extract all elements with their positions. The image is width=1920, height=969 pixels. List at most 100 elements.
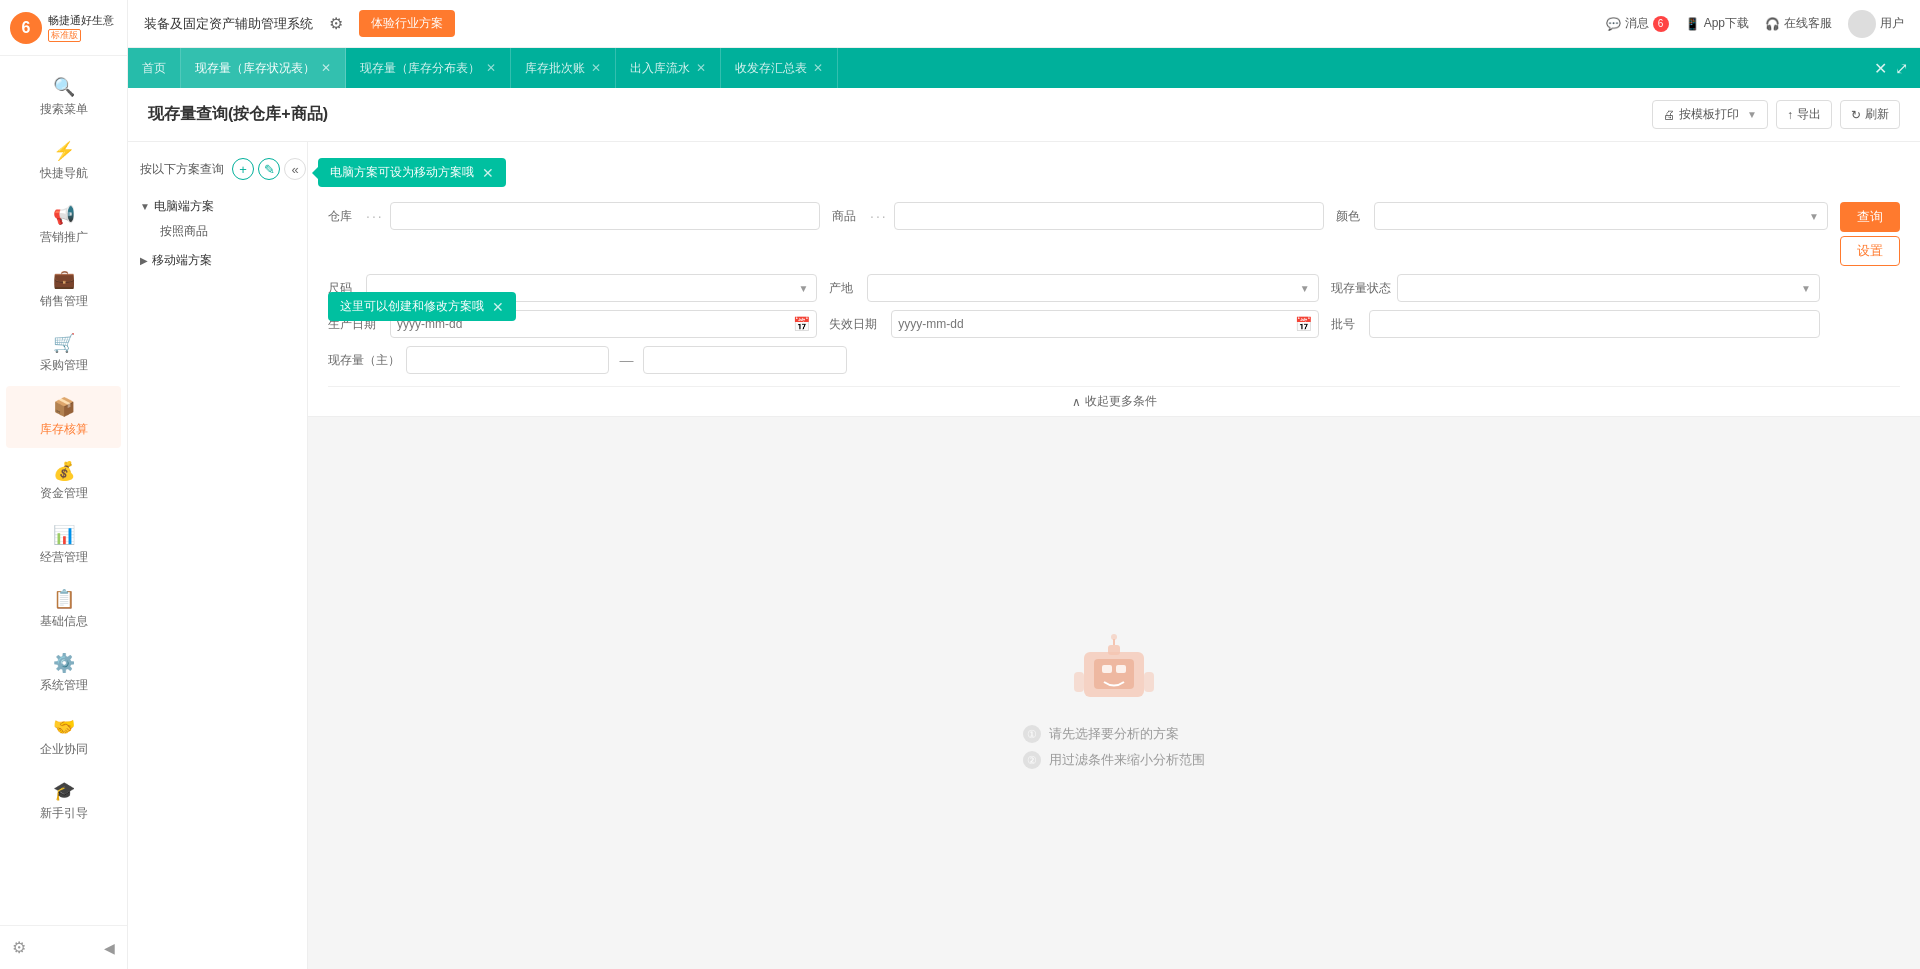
sidebar-item-finance[interactable]: 💰 资金管理 xyxy=(6,450,121,512)
expire-date-calendar-icon[interactable]: 📅 xyxy=(1295,316,1312,332)
sidebar-item-guide[interactable]: 🎓 新手引导 xyxy=(6,770,121,832)
tab-close-stock-status[interactable]: ✕ xyxy=(321,61,331,75)
sidebar-item-quick[interactable]: ⚡ 快捷导航 xyxy=(6,130,121,192)
filter-with-panel: 按以下方案查询 + ✎ « ▼ 电脑端方案 按照商品 xyxy=(128,142,1920,969)
quick-nav-icon: ⚡ xyxy=(53,140,75,162)
svg-rect-7 xyxy=(1074,672,1084,692)
guide-nav-icon: 🎓 xyxy=(53,780,75,802)
close-tab-icon[interactable]: ✕ xyxy=(1874,59,1887,78)
header-left: 装备及固定资产辅助管理系统 ⚙ 体验行业方案 xyxy=(144,10,455,37)
tab-inout[interactable]: 出入库流水 ✕ xyxy=(616,48,721,88)
batch-input[interactable] xyxy=(1369,310,1820,338)
expire-date-input[interactable] xyxy=(898,317,1294,331)
tooltip-scheme: 电脑方案可设为移动方案哦 ✕ xyxy=(318,158,506,187)
collapse-btn[interactable]: ∧ 收起更多条件 xyxy=(1072,393,1157,410)
warehouse-input-wrap[interactable] xyxy=(390,202,820,230)
avatar xyxy=(1848,10,1876,38)
gear-icon[interactable]: ⚙ xyxy=(325,10,347,37)
page-title: 现存量查询(按仓库+商品) xyxy=(148,104,328,125)
arrow-scheme-btn[interactable]: « xyxy=(284,158,306,180)
svg-rect-2 xyxy=(1102,665,1112,673)
stock-main-to-input[interactable] xyxy=(643,346,846,374)
logo-text: 畅捷通好生意 标准版 xyxy=(48,13,114,43)
origin-dropdown-icon: ▼ xyxy=(1300,283,1310,294)
sidebar-item-enterprise[interactable]: 🤝 企业协同 xyxy=(6,706,121,768)
svg-point-6 xyxy=(1111,634,1117,640)
tab-close-batch[interactable]: ✕ xyxy=(591,61,601,75)
warehouse-dots[interactable]: ··· xyxy=(366,208,384,224)
logo-icon: 6 xyxy=(10,12,42,44)
tabs-bar: 首页 现存量（库存状况表） ✕ 现存量（库存分布表） ✕ 库存批次账 ✕ 出入库… xyxy=(128,48,1920,88)
dropdown-arrow-icon: ▼ xyxy=(1747,109,1757,120)
color-select[interactable]: ▼ xyxy=(1374,202,1828,230)
tab-batch[interactable]: 库存批次账 ✕ xyxy=(511,48,616,88)
reset-btn[interactable]: 设置 xyxy=(1840,236,1900,266)
basic-nav-icon: 📋 xyxy=(53,588,75,610)
expire-date-field: 失效日期 📅 xyxy=(829,310,1318,338)
message-btn[interactable]: 💬 消息 6 xyxy=(1606,15,1669,32)
origin-select[interactable]: ▼ xyxy=(867,274,1318,302)
user-menu[interactable]: 用户 xyxy=(1848,10,1904,38)
search-reset-btns: 查询 设置 xyxy=(1840,202,1900,266)
tab-stock-status[interactable]: 现存量（库存状况表） ✕ xyxy=(181,48,346,88)
expire-date-input-wrap[interactable]: 📅 xyxy=(891,310,1318,338)
goods-dots[interactable]: ··· xyxy=(870,208,888,224)
print-icon: 🖨 xyxy=(1663,108,1675,122)
tooltip2-close-icon[interactable]: ✕ xyxy=(492,299,504,315)
svg-rect-4 xyxy=(1108,645,1120,655)
search-btn[interactable]: 查询 xyxy=(1840,202,1900,232)
expire-date-label: 失效日期 xyxy=(829,316,885,333)
tab-home[interactable]: 首页 xyxy=(128,48,181,88)
stock-state-select[interactable]: ▼ xyxy=(1397,274,1820,302)
svg-rect-8 xyxy=(1144,672,1154,692)
warehouse-label: 仓库 xyxy=(328,208,360,225)
size-dropdown-icon: ▼ xyxy=(798,283,808,294)
sidebar-item-marketing[interactable]: 📢 营销推广 xyxy=(6,194,121,256)
collapse-sidebar-icon[interactable]: ◀ xyxy=(104,940,115,956)
export-icon: ↑ xyxy=(1787,108,1793,122)
export-btn[interactable]: ↑ 导出 xyxy=(1776,100,1832,129)
template-print-btn[interactable]: 🖨 按模板打印 ▼ xyxy=(1652,100,1768,129)
sidebar-item-search[interactable]: 🔍 搜索菜单 xyxy=(6,66,121,128)
collapse-row: ∧ 收起更多条件 xyxy=(328,386,1900,416)
edit-scheme-btn[interactable]: ✎ xyxy=(258,158,280,180)
produce-date-calendar-icon[interactable]: 📅 xyxy=(793,316,810,332)
tooltip1-close-icon[interactable]: ✕ xyxy=(482,165,494,181)
header-right: 💬 消息 6 📱 App下载 🎧 在线客服 用户 xyxy=(1606,10,1904,38)
online-support-btn[interactable]: 🎧 在线客服 xyxy=(1765,15,1832,32)
filter-area: 电脑方案可设为移动方案哦 ✕ 仓库 ··· 商品 ··· xyxy=(308,142,1920,417)
marketing-nav-icon: 📢 xyxy=(53,204,75,226)
maximize-icon[interactable]: ⤢ xyxy=(1895,59,1908,78)
scheme-tree: ▼ 电脑端方案 按照商品 ▶ 移动端方案 xyxy=(128,194,307,273)
filter-label-row: 按以下方案查询 + ✎ « xyxy=(140,158,295,180)
collapse-up-icon: ∧ xyxy=(1072,395,1081,409)
app-download-btn[interactable]: 📱 App下载 xyxy=(1685,15,1749,32)
empty-step-1: ① 请先选择要分析的方案 xyxy=(1023,725,1205,743)
system-name: 装备及固定资产辅助管理系统 xyxy=(144,15,313,33)
management-nav-icon: 📊 xyxy=(53,524,75,546)
filter-row4: 现存量（主） — xyxy=(328,346,1900,382)
sidebar-item-inventory[interactable]: 📦 库存核算 xyxy=(6,386,121,448)
mobile-scheme-header[interactable]: ▶ 移动端方案 xyxy=(136,248,307,273)
tab-close-summary[interactable]: ✕ xyxy=(813,61,823,75)
refresh-btn[interactable]: ↻ 刷新 xyxy=(1840,100,1900,129)
goods-input-wrap[interactable] xyxy=(894,202,1324,230)
phone-icon: 📱 xyxy=(1685,17,1700,31)
tab-close-inout[interactable]: ✕ xyxy=(696,61,706,75)
add-scheme-btn[interactable]: + xyxy=(232,158,254,180)
scheme-item-goods[interactable]: 按照商品 xyxy=(136,219,307,244)
sidebar-item-system[interactable]: ⚙️ 系统管理 xyxy=(6,642,121,704)
tab-summary[interactable]: 收发存汇总表 ✕ xyxy=(721,48,838,88)
settings-icon[interactable]: ⚙ xyxy=(12,938,26,957)
tab-stock-dist[interactable]: 现存量（库存分布表） ✕ xyxy=(346,48,511,88)
stock-main-from-input[interactable] xyxy=(406,346,609,374)
industry-btn[interactable]: 体验行业方案 xyxy=(359,10,455,37)
sidebar-item-purchase[interactable]: 🛒 采购管理 xyxy=(6,322,121,384)
page-header: 现存量查询(按仓库+商品) 🖨 按模板打印 ▼ ↑ 导出 ↻ 刷新 xyxy=(128,88,1920,142)
tab-close-stock-dist[interactable]: ✕ xyxy=(486,61,496,75)
desktop-scheme-header[interactable]: ▼ 电脑端方案 xyxy=(136,194,307,219)
color-label: 颜色 xyxy=(1336,208,1368,225)
sidebar-item-management[interactable]: 📊 经营管理 xyxy=(6,514,121,576)
sidebar-item-basic[interactable]: 📋 基础信息 xyxy=(6,578,121,640)
sidebar-item-sales[interactable]: 💼 销售管理 xyxy=(6,258,121,320)
